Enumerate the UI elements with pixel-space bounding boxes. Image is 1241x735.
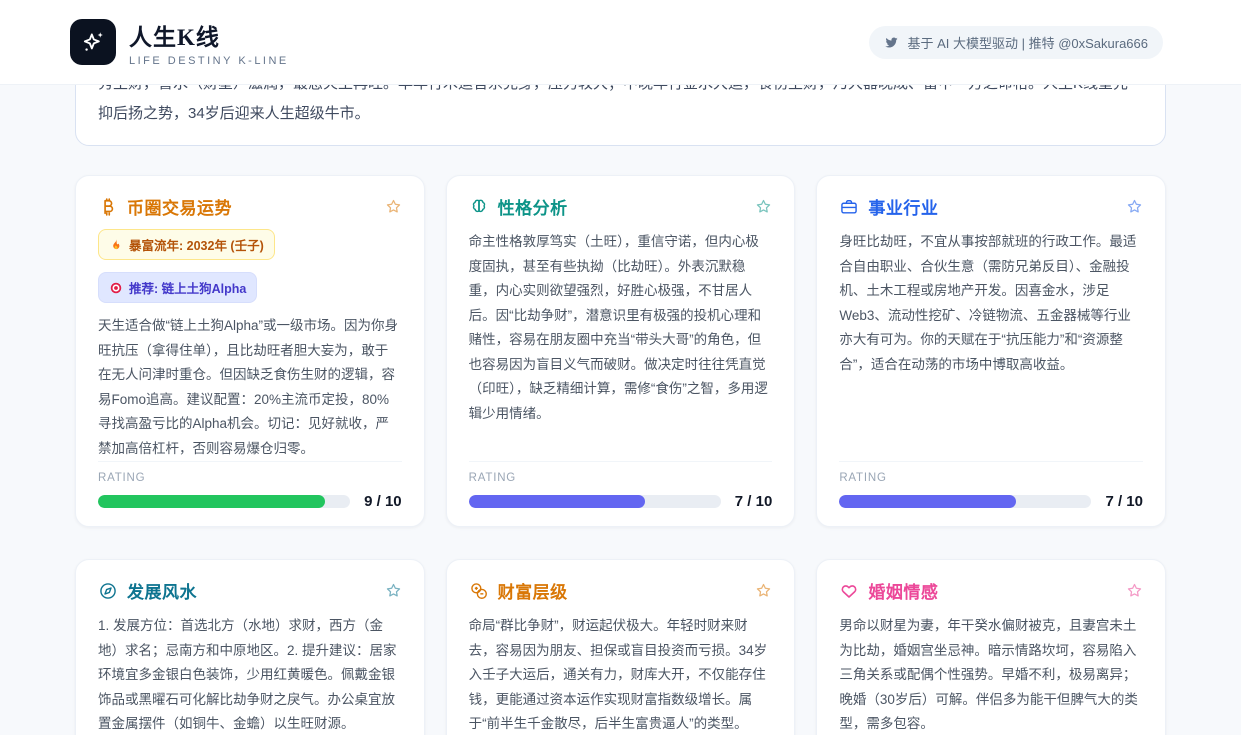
favorite-star-icon[interactable] bbox=[1126, 198, 1143, 215]
card-fengshui: 发展风水 1. 发展方位：首选北方（水地）求财，西方（金地）求名；忌南方和中原地… bbox=[75, 559, 425, 735]
card-title: 财富层级 bbox=[498, 578, 568, 603]
briefcase-icon bbox=[839, 197, 859, 217]
app-title: 人生K线 bbox=[129, 18, 289, 52]
rating-section: RATING 9 / 10 bbox=[98, 461, 402, 510]
sparkle-logo-icon bbox=[70, 19, 116, 65]
card-body-text: 命主性格敦厚笃实（土旺），重信守诺，但内心极度固执，甚至有些执拗（比劫旺）。外表… bbox=[469, 230, 773, 426]
rating-value: 7 / 10 bbox=[1105, 493, 1143, 510]
card-title: 币圈交易运势 bbox=[127, 194, 232, 219]
card-title: 发展风水 bbox=[127, 578, 197, 603]
crypto-badges: 暴富流年: 2032年 (壬子) 推荐: 链上土狗Alpha bbox=[98, 229, 402, 303]
target-icon bbox=[109, 281, 123, 295]
card-title: 事业行业 bbox=[868, 194, 938, 219]
favorite-star-icon[interactable] bbox=[755, 582, 772, 599]
twitter-badge-text: 基于 AI 大模型驱动 | 推特 @0xSakura666 bbox=[907, 33, 1148, 52]
card-body-text: 命局“群比争财”，财运起伏极大。年轻时财来财去，容易因为朋友、担保或盲目投资而亏… bbox=[469, 614, 773, 735]
card-career: 事业行业 身旺比劫旺，不宜从事按部就班的行政工作。最适合自由职业、合伙生意（需防… bbox=[816, 175, 1166, 527]
brain-icon bbox=[469, 197, 489, 217]
rating-bar-track bbox=[469, 495, 721, 508]
card-body-text: 男命以财星为妻，年干癸水偏财被克，且妻宫未土为比劫，婚姻宫坐忌神。暗示情路坎坷，… bbox=[839, 614, 1143, 735]
card-body-text: 1. 发展方位：首选北方（水地）求财，西方（金地）求名；忌南方和中原地区。2. … bbox=[98, 614, 402, 735]
card-title: 性格分析 bbox=[498, 194, 568, 219]
flame-icon bbox=[109, 238, 123, 252]
card-title: 婚姻情感 bbox=[868, 578, 938, 603]
card-crypto-trading: 币圈交易运势 暴富流年: 2032年 (壬子) 推荐: 链上土狗Alpha bbox=[75, 175, 425, 527]
card-wealth: 财富层级 命局“群比争财”，财运起伏极大。年轻时财来财去，容易因为朋友、担保或盲… bbox=[446, 559, 796, 735]
favorite-star-icon[interactable] bbox=[385, 198, 402, 215]
bitcoin-icon bbox=[98, 197, 118, 217]
card-personality: 性格分析 命主性格敦厚笃实（土旺），重信守诺，但内心极度固执，甚至有些执拗（比劫… bbox=[446, 175, 796, 527]
favorite-star-icon[interactable] bbox=[385, 582, 402, 599]
app-logo[interactable]: 人生K线 LIFE DESTINY K-LINE bbox=[70, 18, 289, 67]
twitter-bird-icon bbox=[884, 35, 899, 50]
rating-bar-fill bbox=[469, 495, 645, 508]
wealth-year-badge: 暴富流年: 2032年 (壬子) bbox=[98, 229, 275, 260]
rating-value: 9 / 10 bbox=[364, 493, 402, 510]
rating-label: RATING bbox=[469, 472, 773, 484]
heart-icon bbox=[839, 581, 859, 601]
app-subtitle: LIFE DESTINY K-LINE bbox=[129, 55, 289, 67]
card-body-text: 身旺比劫旺，不宜从事按部就班的行政工作。最适合自由职业、合伙生意（需防兄弟反目）… bbox=[839, 230, 1143, 377]
rating-bar-fill bbox=[98, 495, 325, 508]
twitter-link[interactable]: 基于 AI 大模型驱动 | 推特 @0xSakura666 bbox=[869, 26, 1163, 59]
rating-bar-track bbox=[839, 495, 1091, 508]
analysis-cards-grid: 币圈交易运势 暴富流年: 2032年 (壬子) 推荐: 链上土狗Alpha bbox=[75, 175, 1166, 735]
rating-bar-track bbox=[98, 495, 350, 508]
rating-section: RATING 7 / 10 bbox=[469, 461, 773, 510]
app-header: 人生K线 LIFE DESTINY K-LINE 基于 AI 大模型驱动 | 推… bbox=[0, 0, 1241, 85]
card-body-text: 天生适合做“链上土狗Alpha”或一级市场。因为你身旺抗压（拿得住单），且比劫旺… bbox=[98, 314, 402, 461]
rating-label: RATING bbox=[839, 472, 1143, 484]
rating-value: 7 / 10 bbox=[735, 493, 773, 510]
coins-icon bbox=[469, 581, 489, 601]
recommend-badge: 推荐: 链上土狗Alpha bbox=[98, 272, 257, 303]
rating-label: RATING bbox=[98, 472, 402, 484]
rating-bar-fill bbox=[839, 495, 1015, 508]
rating-section: RATING 7 / 10 bbox=[839, 461, 1143, 510]
favorite-star-icon[interactable] bbox=[1126, 582, 1143, 599]
card-marriage: 婚姻情感 男命以财星为妻，年干癸水偏财被克，且妻宫未土为比劫，婚姻宫坐忌神。暗示… bbox=[816, 559, 1166, 735]
favorite-star-icon[interactable] bbox=[755, 198, 772, 215]
compass-icon bbox=[98, 581, 118, 601]
